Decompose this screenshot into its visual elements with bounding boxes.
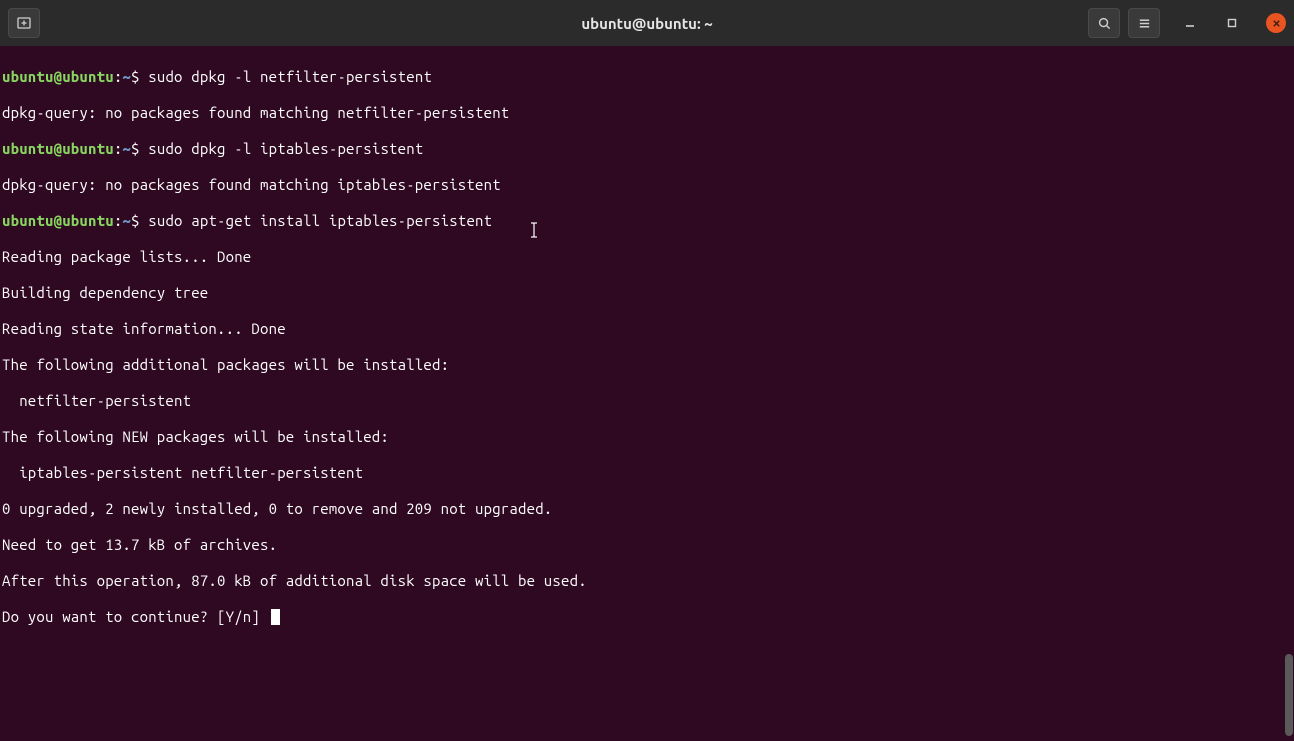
prompt-line: ubuntu@ubuntu:~$ sudo apt-get install ip…	[2, 212, 1292, 230]
prompt-path: ~	[122, 212, 131, 229]
search-icon	[1097, 16, 1112, 31]
output-line: dpkg-query: no packages found matching i…	[2, 176, 1292, 194]
minimize-button[interactable]	[1178, 11, 1202, 35]
maximize-icon	[1226, 17, 1238, 29]
command-text: sudo apt-get install iptables-persistent	[140, 212, 493, 229]
output-line: 0 upgraded, 2 newly installed, 0 to remo…	[2, 500, 1292, 518]
output-line: Reading state information... Done	[2, 320, 1292, 338]
minimize-icon	[1184, 17, 1196, 29]
output-line: The following NEW packages will be insta…	[2, 428, 1292, 446]
output-line: After this operation, 87.0 kB of additio…	[2, 572, 1292, 590]
terminal-body[interactable]: ubuntu@ubuntu:~$ sudo dpkg -l netfilter-…	[0, 46, 1294, 648]
maximize-button[interactable]	[1220, 11, 1244, 35]
prompt-user: ubuntu@ubuntu	[2, 212, 114, 229]
output-line: netfilter-persistent	[2, 392, 1292, 410]
block-cursor	[271, 609, 280, 625]
command-text: sudo dpkg -l iptables-persistent	[140, 140, 424, 157]
search-button[interactable]	[1088, 8, 1120, 38]
new-tab-icon	[16, 15, 32, 31]
output-line: Need to get 13.7 kB of archives.	[2, 536, 1292, 554]
prompt-user: ubuntu@ubuntu	[2, 140, 114, 157]
window-title: ubuntu@ubuntu: ~	[581, 15, 712, 32]
output-line: dpkg-query: no packages found matching n…	[2, 104, 1292, 122]
output-line: Building dependency tree	[2, 284, 1292, 302]
scrollbar-thumb[interactable]	[1285, 654, 1293, 736]
menu-button[interactable]	[1128, 8, 1160, 38]
output-line: Reading package lists... Done	[2, 248, 1292, 266]
prompt-dollar: $	[131, 140, 140, 157]
continue-prompt: Do you want to continue? [Y/n]	[2, 608, 269, 625]
close-button[interactable]	[1266, 13, 1286, 33]
right-controls	[1088, 8, 1286, 38]
prompt-user: ubuntu@ubuntu	[2, 68, 114, 85]
output-line: The following additional packages will b…	[2, 356, 1292, 374]
output-line-prompt: Do you want to continue? [Y/n]	[2, 608, 1292, 626]
prompt-dollar: $	[131, 68, 140, 85]
new-tab-button[interactable]	[8, 8, 40, 38]
close-icon	[1272, 19, 1281, 28]
output-line: iptables-persistent netfilter-persistent	[2, 464, 1292, 482]
command-text: sudo dpkg -l netfilter-persistent	[140, 68, 432, 85]
titlebar: ubuntu@ubuntu: ~	[0, 0, 1294, 46]
prompt-line: ubuntu@ubuntu:~$ sudo dpkg -l netfilter-…	[2, 68, 1292, 86]
hamburger-icon	[1137, 16, 1152, 31]
prompt-line: ubuntu@ubuntu:~$ sudo dpkg -l iptables-p…	[2, 140, 1292, 158]
prompt-path: ~	[122, 140, 131, 157]
prompt-dollar: $	[131, 212, 140, 229]
prompt-path: ~	[122, 68, 131, 85]
